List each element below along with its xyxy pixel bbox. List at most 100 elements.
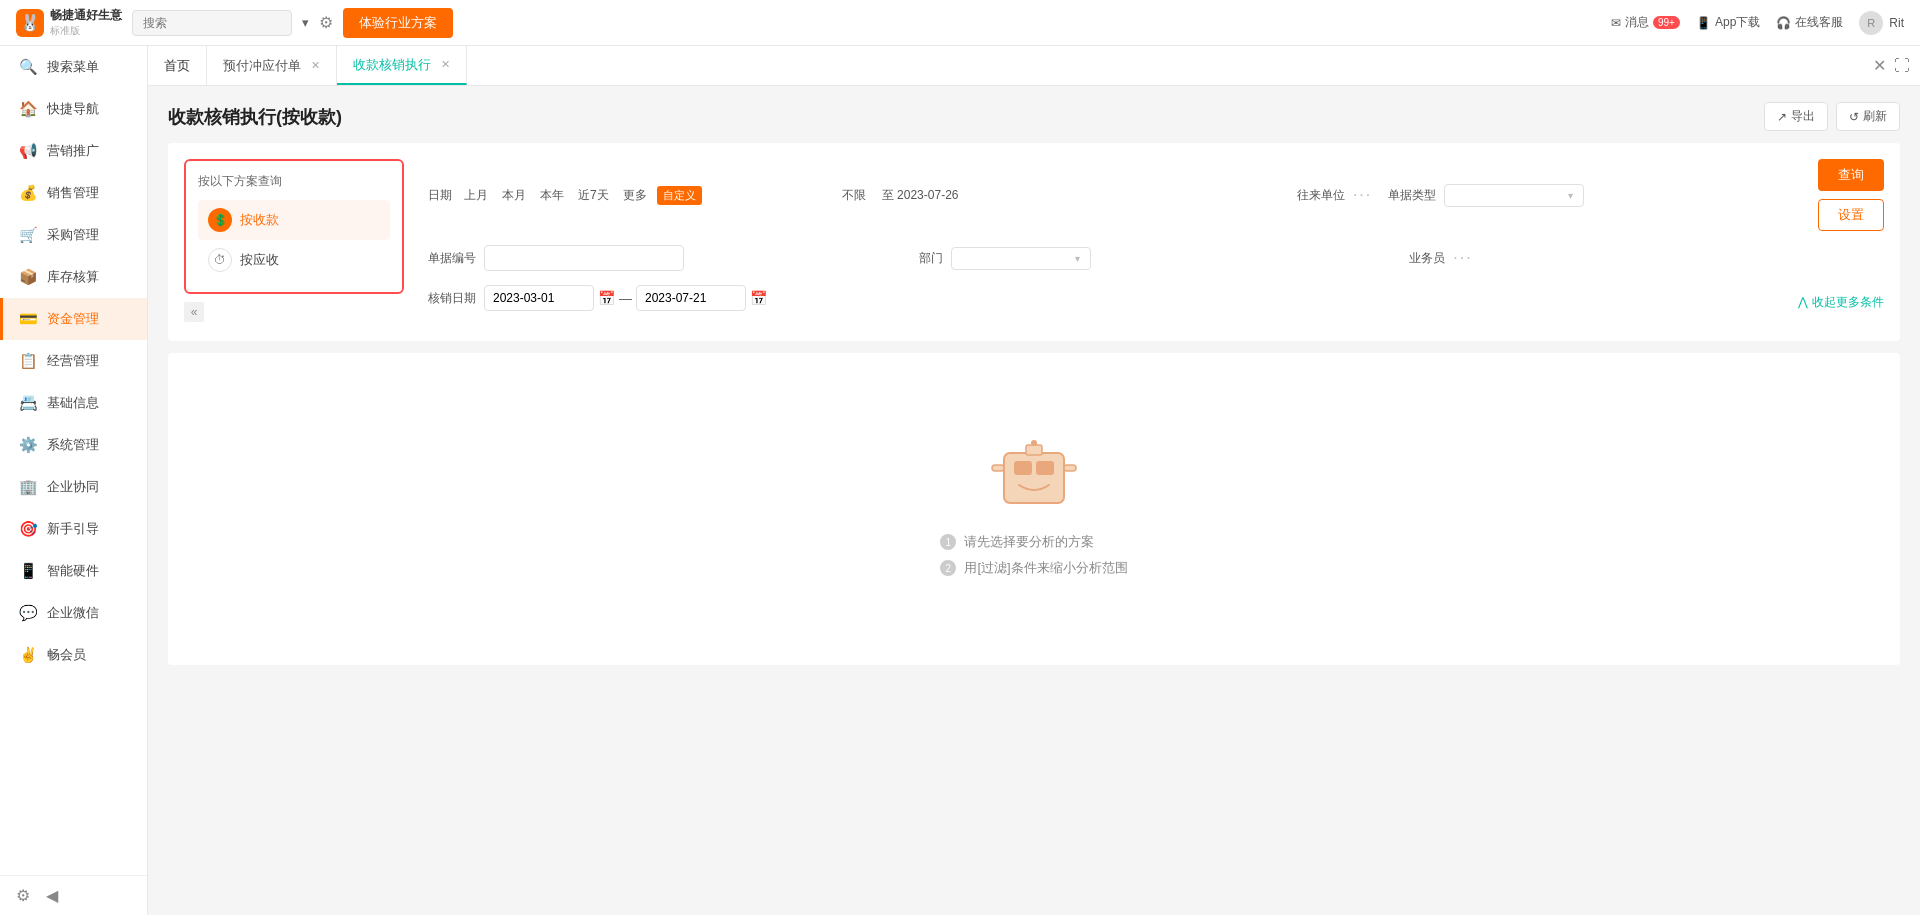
last-month-btn[interactable]: 上月 (460, 185, 492, 206)
app-download-label: App下载 (1715, 14, 1760, 31)
sidebar-item-wechat[interactable]: 💬 企业微信 (0, 592, 147, 634)
sidebar-item-operation[interactable]: 📋 经营管理 (0, 340, 147, 382)
page-content: 收款核销执行(按收款) ↗ 导出 ↺ 刷新 按以下方案查询 💲 (148, 86, 1920, 681)
query-btn[interactable]: 查询 (1818, 159, 1884, 191)
refresh-label: 刷新 (1863, 108, 1887, 125)
dept-field: 部门 ▾ (919, 247, 1394, 270)
operation-icon: 📋 (19, 352, 37, 370)
tab-bar: 首页 预付冲应付单 ✕ 收款核销执行 ✕ ✕ ⛶ (148, 46, 1920, 86)
app-download-btn[interactable]: 📱 App下载 (1696, 14, 1760, 31)
export-btn[interactable]: ↗ 导出 (1764, 102, 1828, 131)
sidebar-item-quick-nav[interactable]: 🏠 快捷导航 (0, 88, 147, 130)
calendar-end-icon[interactable]: 📅 (750, 290, 767, 306)
top-dropdown[interactable]: ▾ (302, 15, 309, 30)
top-search-input[interactable] (132, 10, 292, 36)
custom-date-tag[interactable]: 自定义 (657, 186, 702, 205)
settings-bottom-icon[interactable]: ⚙ (16, 886, 30, 905)
sidebar-bottom: ⚙ ◀ (0, 875, 147, 915)
user-info[interactable]: R Rit (1859, 11, 1904, 35)
more-date-btn[interactable]: 更多 (619, 185, 651, 206)
tip-num-2: 2 (940, 560, 956, 576)
sidebar-item-basic-info[interactable]: 📇 基础信息 (0, 382, 147, 424)
svg-rect-0 (1004, 453, 1064, 503)
counterpart-label: 往来单位 (1297, 187, 1345, 204)
empty-state: 1 请先选择要分析的方案 2 用[过滤]条件来缩小分析范围 (168, 353, 1900, 665)
tab-close-btn[interactable]: ✕ (1873, 56, 1886, 75)
this-month-btn[interactable]: 本月 (498, 185, 530, 206)
basic-info-icon: 📇 (19, 394, 37, 412)
dept-select[interactable]: ▾ (951, 247, 1091, 270)
tip-num-1: 1 (940, 534, 956, 550)
doc-type-field: 单据类型 ▾ (1388, 184, 1786, 207)
doc-no-input[interactable] (484, 245, 684, 271)
date-no-limit: 不限 (842, 187, 866, 204)
date-field: 日期 上月 本月 本年 近7天 更多 自定义 (428, 185, 826, 206)
sidebar-item-inventory[interactable]: 📦 库存核算 (0, 256, 147, 298)
sidebar-item-label: 销售管理 (47, 184, 99, 202)
tab-home[interactable]: 首页 (148, 46, 207, 85)
empty-tip-1: 1 请先选择要分析的方案 (940, 533, 1127, 551)
receipt-icon: 💲 (208, 208, 232, 232)
filter-option-by-receipt[interactable]: 💲 按收款 (198, 200, 390, 240)
writeoff-date-end-input[interactable] (636, 285, 746, 311)
sales-icon: 💰 (19, 184, 37, 202)
calendar-start-icon[interactable]: 📅 (598, 290, 615, 306)
query-actions: 查询 设置 (1818, 159, 1884, 231)
export-label: 导出 (1791, 108, 1815, 125)
gear-icon[interactable]: ⚙ (319, 13, 333, 32)
doc-no-field: 单据编号 (428, 245, 903, 271)
last-7days-btn[interactable]: 近7天 (574, 185, 613, 206)
message-btn[interactable]: ✉ 消息 99+ (1611, 14, 1680, 31)
salesman-dots[interactable]: ··· (1453, 249, 1472, 267)
collapse-filter-btn[interactable]: « (184, 302, 204, 322)
sidebar-item-fund[interactable]: 💳 资金管理 (0, 298, 147, 340)
counterpart-field: 往来单位 ··· (974, 186, 1372, 204)
this-year-btn[interactable]: 本年 (536, 185, 568, 206)
filter-option-by-receivable[interactable]: ⏱ 按应收 (198, 240, 390, 280)
sidebar-item-label: 企业协同 (47, 478, 99, 496)
online-service-label: 在线客服 (1795, 14, 1843, 31)
empty-tips: 1 请先选择要分析的方案 2 用[过滤]条件来缩小分析范围 (940, 533, 1127, 585)
sidebar-item-purchase[interactable]: 🛒 采购管理 (0, 214, 147, 256)
page-header: 收款核销执行(按收款) ↗ 导出 ↺ 刷新 (168, 102, 1900, 131)
online-service-btn[interactable]: 🎧 在线客服 (1776, 14, 1843, 31)
industry-btn[interactable]: 体验行业方案 (343, 8, 453, 38)
fund-icon: 💳 (19, 310, 37, 328)
doc-type-select[interactable]: ▾ (1444, 184, 1584, 207)
more-conditions-btn[interactable]: ⋀ 收起更多条件 (1798, 294, 1884, 311)
tip-text-1: 请先选择要分析的方案 (964, 533, 1094, 551)
sidebar-item-label: 企业微信 (47, 604, 99, 622)
sidebar-item-label: 库存核算 (47, 268, 99, 286)
writeoff-date-start-input[interactable] (484, 285, 594, 311)
counterpart-dots[interactable]: ··· (1353, 186, 1372, 204)
tab-prepay[interactable]: 预付冲应付单 ✕ (207, 46, 337, 85)
receivable-icon: ⏱ (208, 248, 232, 272)
refresh-btn[interactable]: ↺ 刷新 (1836, 102, 1900, 131)
sidebar-item-marketing[interactable]: 📢 营销推广 (0, 130, 147, 172)
page-actions: ↗ 导出 ↺ 刷新 (1764, 102, 1900, 131)
sidebar-item-search-menu[interactable]: 🔍 搜索菜单 (0, 46, 147, 88)
tab-receivable-close[interactable]: ✕ (441, 58, 450, 71)
member-icon: ✌️ (19, 646, 37, 664)
system-icon: ⚙️ (19, 436, 37, 454)
avatar: R (1859, 11, 1883, 35)
sidebar-item-sales[interactable]: 💰 销售管理 (0, 172, 147, 214)
sidebar-item-hardware[interactable]: 📱 智能硬件 (0, 550, 147, 592)
sidebar-item-guide[interactable]: 🎯 新手引导 (0, 508, 147, 550)
writeoff-date-field: 核销日期 📅 — 📅 (428, 285, 1097, 311)
sidebar-item-member[interactable]: ✌️ 畅会员 (0, 634, 147, 676)
sidebar-item-enterprise[interactable]: 🏢 企业协同 (0, 466, 147, 508)
user-name: Rit (1889, 16, 1904, 30)
settings-filter-btn[interactable]: 设置 (1818, 199, 1884, 231)
sidebar-item-system[interactable]: ⚙️ 系统管理 (0, 424, 147, 466)
tab-expand-btn[interactable]: ⛶ (1894, 57, 1910, 75)
filter-panel: 按以下方案查询 💲 按收款 ⏱ 按应收 « 日期 (168, 143, 1900, 341)
top-bar-right: ✉ 消息 99+ 📱 App下载 🎧 在线客服 R Rit (1611, 11, 1904, 35)
brand-name: 畅捷通好生意 (50, 7, 122, 24)
enterprise-icon: 🏢 (19, 478, 37, 496)
date-label: 日期 (428, 187, 452, 204)
chevron-down-dept-icon: ▾ (1075, 253, 1080, 264)
collapse-sidebar-icon[interactable]: ◀ (46, 886, 58, 905)
tab-receivable[interactable]: 收款核销执行 ✕ (337, 46, 467, 85)
tab-prepay-close[interactable]: ✕ (311, 59, 320, 72)
